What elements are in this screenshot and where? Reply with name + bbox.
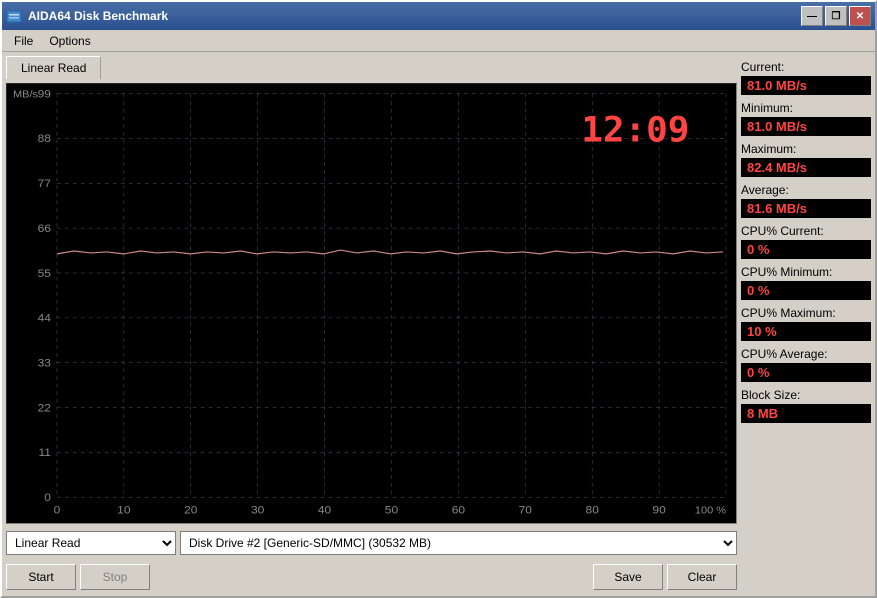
cpu-minimum-value: 0 % bbox=[741, 281, 871, 300]
tab-linear-read[interactable]: Linear Read bbox=[6, 56, 101, 79]
menu-bar: File Options bbox=[2, 30, 875, 52]
close-button[interactable]: ✕ bbox=[849, 6, 871, 26]
svg-text:50: 50 bbox=[385, 504, 399, 517]
clear-button[interactable]: Clear bbox=[667, 564, 737, 590]
drive-dropdown[interactable]: Disk Drive #2 [Generic-SD/MMC] (30532 MB… bbox=[180, 531, 737, 555]
svg-text:90: 90 bbox=[652, 504, 666, 517]
app-icon bbox=[6, 8, 22, 24]
side-panel: Current: 81.0 MB/s Minimum: 81.0 MB/s Ma… bbox=[741, 56, 871, 592]
cpu-maximum-label: CPU% Maximum: bbox=[741, 306, 871, 320]
maximum-label: Maximum: bbox=[741, 142, 871, 156]
cpu-current-label: CPU% Current: bbox=[741, 224, 871, 238]
block-size-label: Block Size: bbox=[741, 388, 871, 402]
stat-cpu-minimum: CPU% Minimum: 0 % bbox=[741, 265, 871, 300]
maximum-value: 82.4 MB/s bbox=[741, 158, 871, 177]
svg-text:44: 44 bbox=[38, 312, 52, 325]
window-title: AIDA64 Disk Benchmark bbox=[28, 9, 168, 23]
title-bar: AIDA64 Disk Benchmark — ❐ ✕ bbox=[2, 2, 875, 30]
current-label: Current: bbox=[741, 60, 871, 74]
main-window: AIDA64 Disk Benchmark — ❐ ✕ File Options… bbox=[0, 0, 877, 598]
svg-text:40: 40 bbox=[318, 504, 332, 517]
current-value: 81.0 MB/s bbox=[741, 76, 871, 95]
stat-cpu-current: CPU% Current: 0 % bbox=[741, 224, 871, 259]
stat-current: Current: 81.0 MB/s bbox=[741, 60, 871, 95]
stat-average: Average: 81.6 MB/s bbox=[741, 183, 871, 218]
title-controls: — ❐ ✕ bbox=[801, 6, 871, 26]
cpu-current-value: 0 % bbox=[741, 240, 871, 259]
svg-text:70: 70 bbox=[519, 504, 533, 517]
svg-text:60: 60 bbox=[452, 504, 466, 517]
bottom-controls: Linear Read Linear Write Random Read Ran… bbox=[6, 528, 737, 558]
cpu-maximum-value: 10 % bbox=[741, 322, 871, 341]
svg-text:0: 0 bbox=[54, 504, 61, 517]
content-area: Linear Read bbox=[2, 52, 875, 596]
tab-bar: Linear Read bbox=[6, 56, 737, 79]
average-label: Average: bbox=[741, 183, 871, 197]
minimum-label: Minimum: bbox=[741, 101, 871, 115]
svg-text:MB/s: MB/s bbox=[13, 89, 38, 101]
svg-text:11: 11 bbox=[38, 446, 50, 459]
svg-text:22: 22 bbox=[38, 402, 51, 415]
svg-text:20: 20 bbox=[184, 504, 198, 517]
svg-text:77: 77 bbox=[38, 177, 51, 190]
svg-text:33: 33 bbox=[38, 357, 51, 370]
stat-cpu-average: CPU% Average: 0 % bbox=[741, 347, 871, 382]
svg-text:0: 0 bbox=[44, 491, 51, 504]
minimum-value: 81.0 MB/s bbox=[741, 117, 871, 136]
chart-container: 99 88 77 66 55 44 33 22 11 0 MB/s 0 10 2… bbox=[6, 83, 737, 524]
svg-text:30: 30 bbox=[251, 504, 265, 517]
cpu-minimum-label: CPU% Minimum: bbox=[741, 265, 871, 279]
block-size-value: 8 MB bbox=[741, 404, 871, 423]
svg-text:66: 66 bbox=[38, 222, 51, 235]
title-bar-left: AIDA64 Disk Benchmark bbox=[6, 8, 168, 24]
start-button[interactable]: Start bbox=[6, 564, 76, 590]
average-value: 81.6 MB/s bbox=[741, 199, 871, 218]
button-row: Start Stop Save Clear bbox=[6, 562, 737, 592]
save-button[interactable]: Save bbox=[593, 564, 663, 590]
cpu-average-value: 0 % bbox=[741, 363, 871, 382]
restore-button[interactable]: ❐ bbox=[825, 6, 847, 26]
svg-text:100 %: 100 % bbox=[695, 505, 727, 517]
minimize-button[interactable]: — bbox=[801, 6, 823, 26]
stat-minimum: Minimum: 81.0 MB/s bbox=[741, 101, 871, 136]
menu-file[interactable]: File bbox=[6, 32, 41, 50]
menu-options[interactable]: Options bbox=[41, 32, 98, 50]
stat-maximum: Maximum: 82.4 MB/s bbox=[741, 142, 871, 177]
stat-block-size: Block Size: 8 MB bbox=[741, 388, 871, 423]
main-panel: Linear Read bbox=[6, 56, 737, 592]
svg-text:80: 80 bbox=[586, 504, 600, 517]
svg-text:88: 88 bbox=[38, 132, 52, 145]
svg-text:12:09: 12:09 bbox=[581, 110, 689, 150]
svg-text:99: 99 bbox=[38, 88, 51, 101]
benchmark-dropdown[interactable]: Linear Read Linear Write Random Read Ran… bbox=[6, 531, 176, 555]
cpu-average-label: CPU% Average: bbox=[741, 347, 871, 361]
chart-svg: 99 88 77 66 55 44 33 22 11 0 MB/s 0 10 2… bbox=[7, 84, 736, 523]
svg-text:10: 10 bbox=[117, 504, 131, 517]
stop-button[interactable]: Stop bbox=[80, 564, 150, 590]
svg-text:55: 55 bbox=[38, 267, 52, 280]
stat-cpu-maximum: CPU% Maximum: 10 % bbox=[741, 306, 871, 341]
